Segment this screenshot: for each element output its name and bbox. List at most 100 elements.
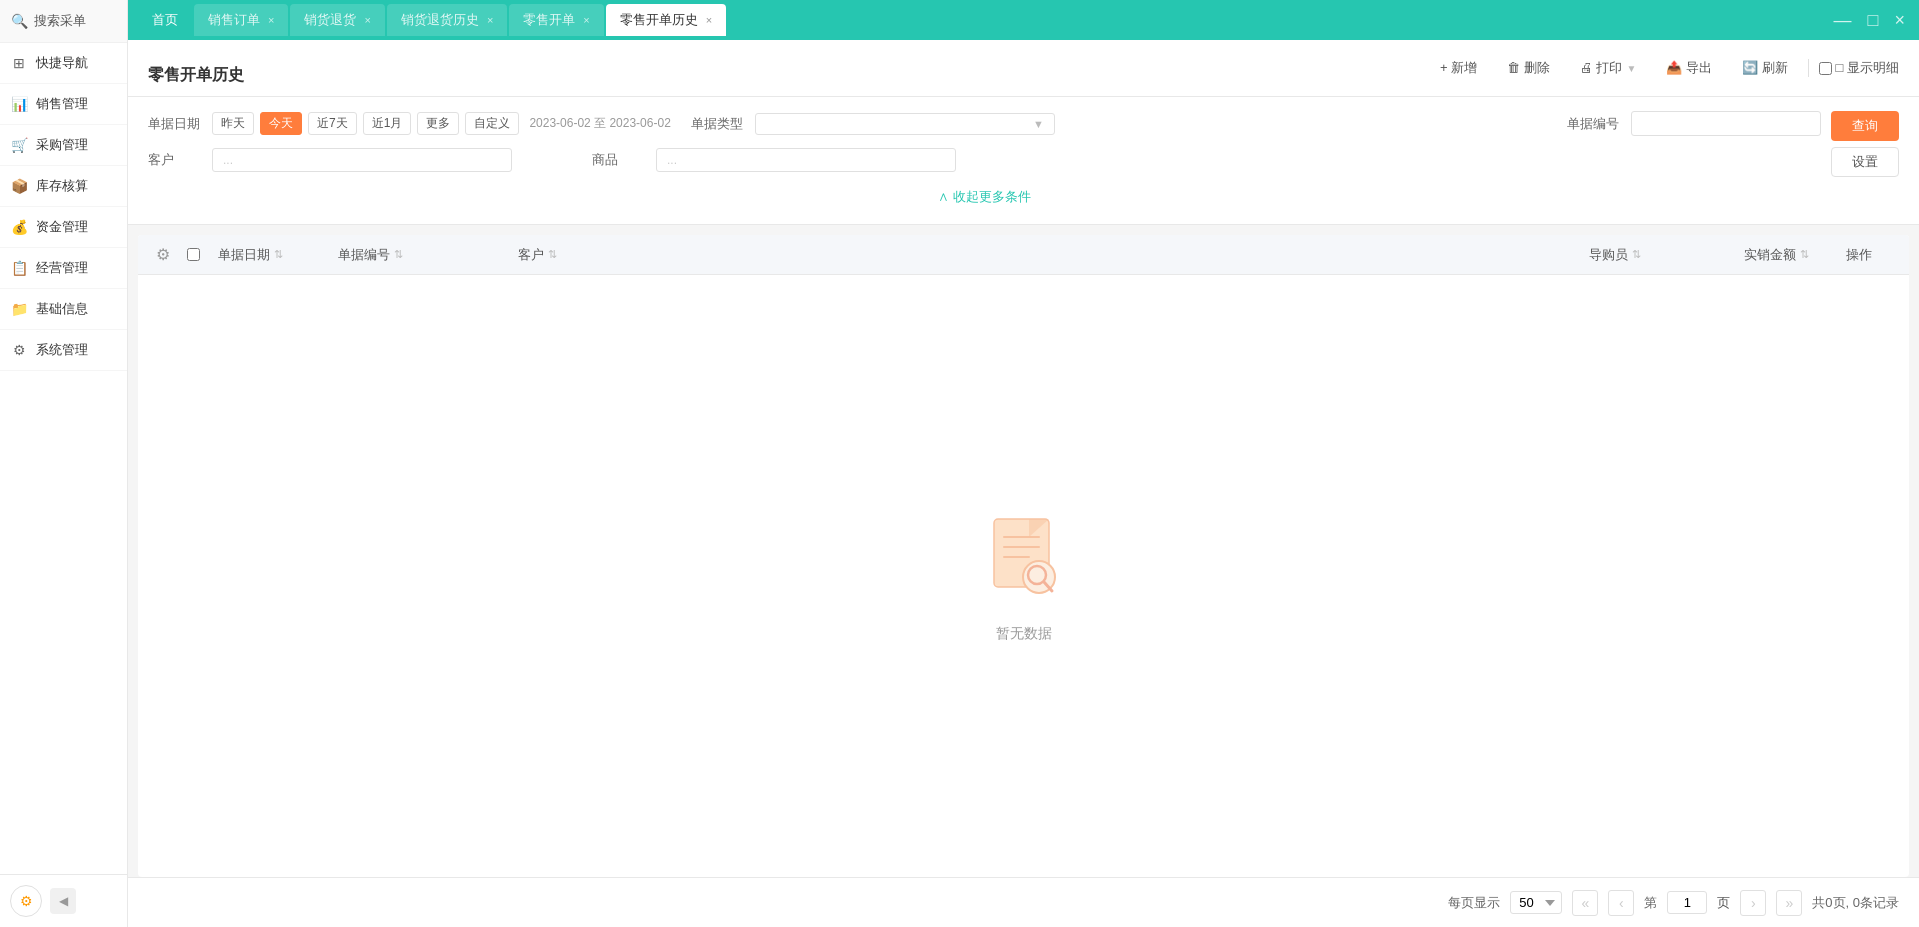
table-header: ⚙ 单据日期 ⇅ 单据编号 ⇅ 客户 ⇅ 导购员 ⇅: [138, 235, 1909, 275]
first-page-button[interactable]: «: [1572, 890, 1598, 916]
date-btn-1month[interactable]: 近1月: [363, 112, 412, 135]
date-btn-more[interactable]: 更多: [417, 112, 459, 135]
sidebar-item-business[interactable]: 📋 经营管理: [0, 248, 127, 289]
number-input[interactable]: [1631, 111, 1821, 136]
customer-input[interactable]: ...: [212, 148, 512, 172]
th-date-label: 单据日期: [218, 246, 270, 264]
tab-retail-open-history[interactable]: 零售开单历史 ×: [606, 4, 726, 36]
date-btn-today[interactable]: 今天: [260, 112, 302, 135]
th-date-sort-icon: ⇅: [274, 248, 283, 261]
prev-page-icon: ‹: [1619, 895, 1624, 911]
table-settings-icon[interactable]: ⚙: [148, 245, 178, 264]
display-detail-label[interactable]: □ 显示明细: [1819, 59, 1899, 77]
filter-row-1: 单据日期 昨天 今天 近7天 近1月 更多 自定义 2023-06-02 至 2…: [148, 111, 1821, 136]
delete-button-label: 🗑 删除: [1507, 59, 1550, 77]
th-guide-sort-icon: ⇅: [1632, 248, 1641, 261]
th-op: 操作: [1819, 246, 1899, 264]
query-button[interactable]: 查询: [1831, 111, 1899, 141]
goods-label: 商品: [592, 151, 648, 169]
export-button[interactable]: 📤 导出: [1656, 54, 1722, 82]
window-close-button[interactable]: ×: [1890, 8, 1909, 33]
per-page-label: 每页显示: [1448, 894, 1500, 912]
tab-sales-return-close[interactable]: ×: [364, 14, 370, 26]
collapse-filter-button[interactable]: ∧ 收起更多条件: [938, 184, 1031, 210]
minimize-button[interactable]: —: [1830, 8, 1856, 33]
sidebar-item-base[interactable]: 📁 基础信息: [0, 289, 127, 330]
tab-sales-return-history-close[interactable]: ×: [487, 14, 493, 26]
add-button[interactable]: + 新增: [1430, 54, 1487, 82]
last-page-button[interactable]: »: [1776, 890, 1802, 916]
display-detail-checkbox[interactable]: [1819, 62, 1832, 75]
tab-sales-order-close[interactable]: ×: [268, 14, 274, 26]
tab-sales-return[interactable]: 销货退货 ×: [290, 4, 384, 36]
select-all-checkbox[interactable]: [187, 248, 200, 261]
th-date[interactable]: 单据日期 ⇅: [208, 246, 328, 264]
window-controls: — □ ×: [1830, 8, 1909, 33]
export-button-label: 📤 导出: [1666, 59, 1712, 77]
tab-retail-open[interactable]: 零售开单 ×: [509, 4, 603, 36]
th-number-label: 单据编号: [338, 246, 390, 264]
prev-page-button[interactable]: ‹: [1608, 890, 1634, 916]
print-button[interactable]: 🖨 打印 ▼: [1570, 54, 1647, 82]
sidebar-search-label: 搜索采单: [34, 12, 86, 30]
sidebar-item-quick-nav[interactable]: ⊞ 快捷导航: [0, 43, 127, 84]
tab-home[interactable]: 首页: [138, 4, 192, 36]
filter-type: 单据类型 ▼: [691, 113, 1547, 135]
tab-sales-order[interactable]: 销售订单 ×: [194, 4, 288, 36]
date-btn-7days[interactable]: 近7天: [308, 112, 357, 135]
collapse-sidebar-button[interactable]: ◀: [50, 888, 76, 914]
page-header: 零售开单历史 + 新增 🗑 删除 🖨 打印 ▼ 📤 导出 🔄 刷新: [128, 40, 1919, 97]
date-btn-yesterday[interactable]: 昨天: [212, 112, 254, 135]
tab-bar: 首页 销售订单 × 销货退货 × 销货退货历史 × 零售开单 × 零售开单历史 …: [128, 0, 1919, 40]
tab-sales-order-label: 销售订单: [208, 11, 260, 29]
sidebar-item-system[interactable]: ⚙ 系统管理: [0, 330, 127, 371]
sidebar-item-sales[interactable]: 📊 销售管理: [0, 84, 127, 125]
th-op-label: 操作: [1846, 246, 1872, 264]
tab-retail-open-close[interactable]: ×: [583, 14, 589, 26]
th-guide[interactable]: 导购员 ⇅: [1579, 246, 1699, 264]
sidebar-item-label: 库存核算: [36, 177, 88, 195]
tab-sales-return-label: 销货退货: [304, 11, 356, 29]
main-area: 首页 销售订单 × 销货退货 × 销货退货历史 × 零售开单 × 零售开单历史 …: [128, 0, 1919, 927]
tab-sales-return-history[interactable]: 销货退货历史 ×: [387, 4, 507, 36]
th-guide-label: 导购员: [1589, 246, 1628, 264]
type-select[interactable]: ▼: [755, 113, 1055, 135]
quick-nav-icon: ⊞: [10, 54, 28, 72]
filter-row-2: 客户 ... 商品 ...: [148, 148, 1821, 172]
refresh-button[interactable]: 🔄 刷新: [1732, 54, 1798, 82]
sidebar-item-label: 经营管理: [36, 259, 88, 277]
filter-date: 单据日期 昨天 今天 近7天 近1月 更多 自定义 2023-06-02 至 2…: [148, 112, 671, 135]
empty-text: 暂无数据: [996, 625, 1052, 643]
sidebar-item-purchase[interactable]: 🛒 采购管理: [0, 125, 127, 166]
delete-button[interactable]: 🗑 删除: [1497, 54, 1560, 82]
gear-button[interactable]: ⚙: [10, 885, 42, 917]
goods-input[interactable]: ...: [656, 148, 956, 172]
th-amount[interactable]: 实销金额 ⇅: [1699, 246, 1819, 264]
query-buttons: 查询 设置: [1831, 111, 1899, 210]
settings-button[interactable]: 设置: [1831, 147, 1899, 177]
th-customer-sort-icon: ⇅: [548, 248, 557, 261]
maximize-button[interactable]: □: [1864, 8, 1883, 33]
date-btn-custom[interactable]: 自定义: [465, 112, 519, 135]
type-label: 单据类型: [691, 115, 747, 133]
sidebar-search[interactable]: 🔍 搜索采单: [0, 0, 127, 43]
tab-retail-open-label: 零售开单: [523, 11, 575, 29]
sidebar-bottom: ⚙ ◀: [0, 874, 127, 927]
collapse-icon: ◀: [59, 894, 68, 908]
filter-number: 单据编号: [1567, 111, 1821, 136]
next-page-button[interactable]: ›: [1740, 890, 1766, 916]
th-customer[interactable]: 客户 ⇅: [508, 246, 1579, 264]
current-page-input[interactable]: 1: [1667, 891, 1707, 914]
base-icon: 📁: [10, 300, 28, 318]
sidebar-item-finance[interactable]: 💰 资金管理: [0, 207, 127, 248]
add-button-label: + 新增: [1440, 59, 1477, 77]
th-number[interactable]: 单据编号 ⇅: [328, 246, 508, 264]
tab-retail-open-history-close[interactable]: ×: [706, 14, 712, 26]
sidebar-item-inventory[interactable]: 📦 库存核算: [0, 166, 127, 207]
empty-state: 暂无数据: [138, 275, 1909, 877]
refresh-button-label: 🔄 刷新: [1742, 59, 1788, 77]
pagination: 每页显示 50 100 200 « ‹ 第 1 页 › » 共0页, 0条记录: [128, 877, 1919, 927]
toolbar: + 新增 🗑 删除 🖨 打印 ▼ 📤 导出 🔄 刷新: [1430, 54, 1899, 96]
last-page-icon: »: [1785, 895, 1793, 911]
per-page-select[interactable]: 50 100 200: [1510, 891, 1562, 914]
